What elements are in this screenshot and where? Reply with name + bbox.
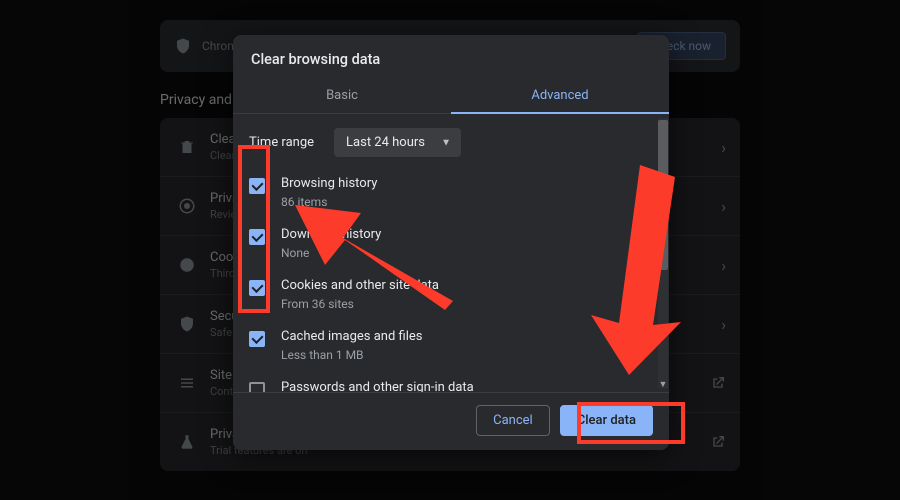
open-in-new-icon <box>710 375 726 391</box>
checkbox-passwords[interactable] <box>249 382 265 392</box>
tab-advanced[interactable]: Advanced <box>451 78 669 113</box>
shield-icon <box>178 315 196 333</box>
option-passwords[interactable]: Passwords and other sign-in data None <box>249 371 643 392</box>
chevron-right-icon: › <box>721 315 726 334</box>
scrollbar-down-arrow[interactable]: ▼ <box>658 380 668 390</box>
option-cached[interactable]: Cached images and files Less than 1 MB <box>249 320 643 371</box>
modal-footer: Cancel Clear data <box>233 392 669 450</box>
option-browsing-history[interactable]: Browsing history 86 items <box>249 167 643 218</box>
option-cookies[interactable]: Cookies and other site data From 36 site… <box>249 269 643 320</box>
cancel-button[interactable]: Cancel <box>476 405 550 436</box>
checkbox-cached[interactable] <box>249 331 265 347</box>
clear-data-button[interactable]: Clear data <box>560 405 653 436</box>
time-range-label: Time range <box>249 135 314 150</box>
time-range-row: Time range Last 24 hours ▼ <box>249 124 643 167</box>
cookie-icon <box>178 256 196 274</box>
target-icon <box>178 197 196 215</box>
trash-icon <box>178 138 196 156</box>
checkbox-download-history[interactable] <box>249 229 265 245</box>
chevron-right-icon: › <box>721 138 726 157</box>
sliders-icon <box>178 374 196 392</box>
open-in-new-icon <box>710 434 726 450</box>
modal-body: Time range Last 24 hours ▼ Browsing hist… <box>233 114 669 392</box>
scrollbar-thumb[interactable] <box>658 120 668 270</box>
flask-icon <box>178 433 196 451</box>
shield-icon <box>174 37 192 55</box>
modal-tabs: Basic Advanced <box>233 78 669 114</box>
chevron-right-icon: › <box>721 256 726 275</box>
modal-title: Clear browsing data <box>233 35 669 78</box>
chevron-right-icon: › <box>721 197 726 216</box>
clear-browsing-data-modal: Clear browsing data Basic Advanced Time … <box>233 35 669 450</box>
tab-basic[interactable]: Basic <box>233 78 451 113</box>
checkbox-browsing-history[interactable] <box>249 178 265 194</box>
option-download-history[interactable]: Download history None <box>249 218 643 269</box>
time-range-select[interactable]: Last 24 hours <box>334 128 461 157</box>
checkbox-cookies[interactable] <box>249 280 265 296</box>
